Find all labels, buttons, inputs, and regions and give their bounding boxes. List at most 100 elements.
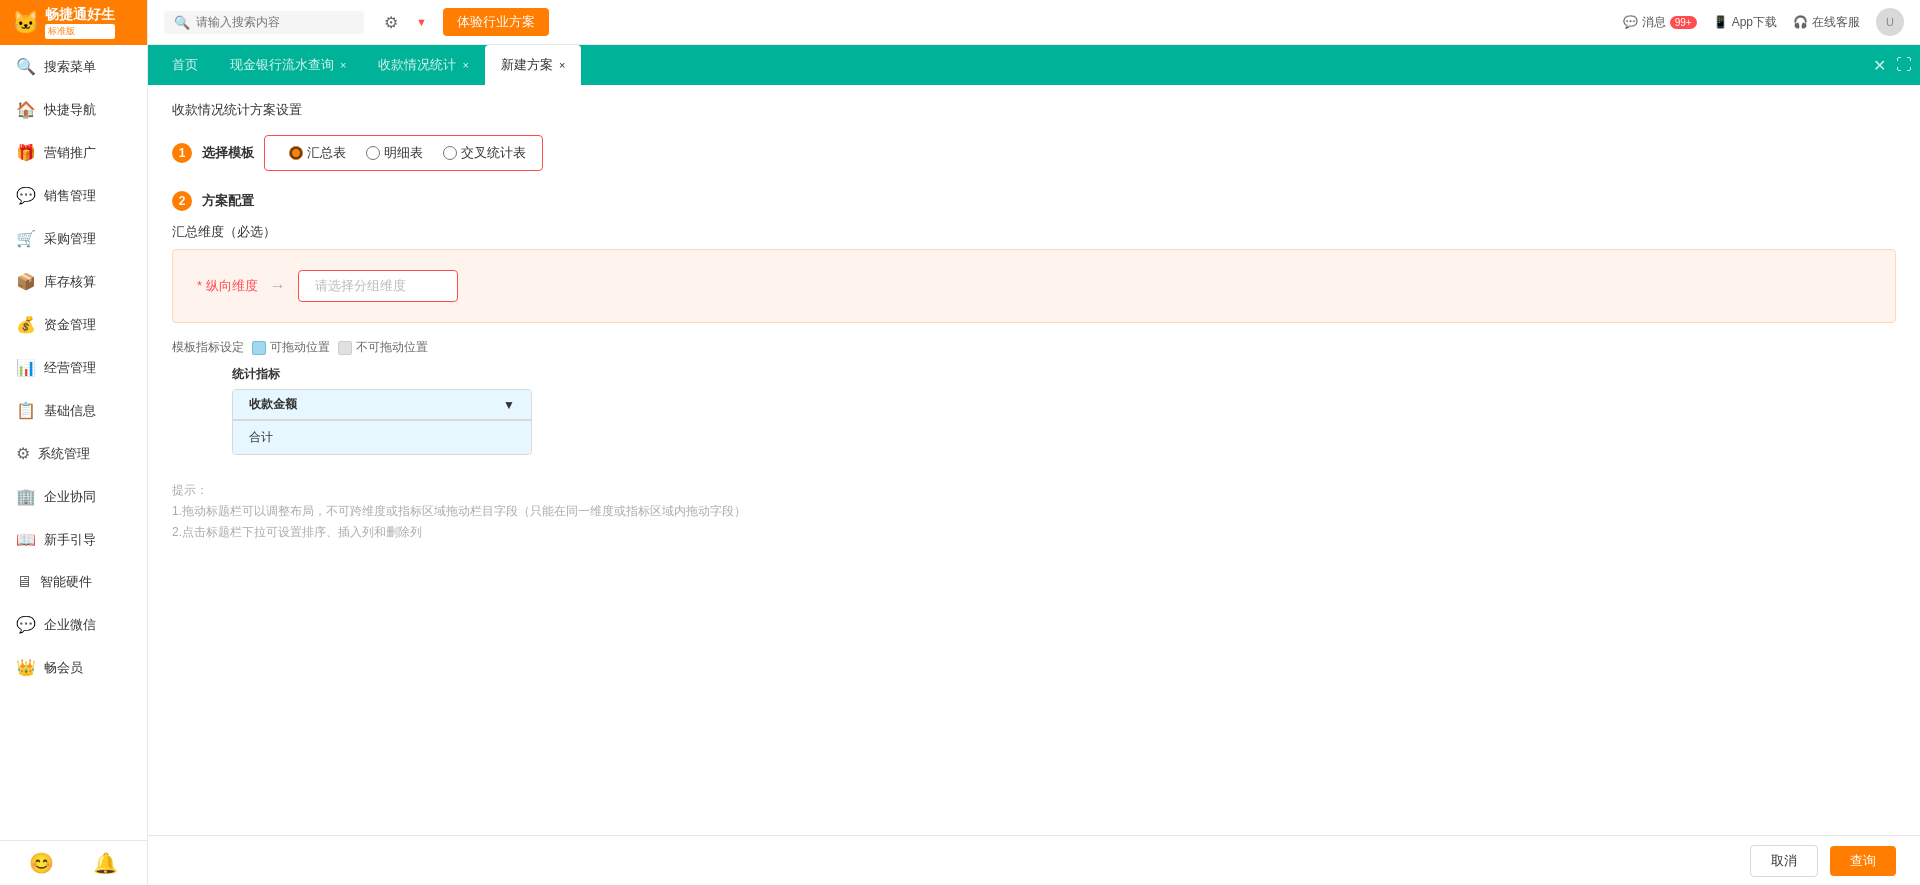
logo-badge: 标准版 [45,24,115,39]
navtab-receipt-stats[interactable]: 收款情况统计× [362,45,484,85]
quick-nav-label: 快捷导航 [44,101,96,119]
radio-summary[interactable]: 汇总表 [289,144,346,162]
draggable-legend-box [252,341,266,355]
wechat-icon: 💬 [16,615,36,634]
sidebar-bottom-icon2[interactable]: 🔔 [93,851,118,875]
fixed-label: 不可拖动位置 [356,339,428,356]
step2-section: 2 方案配置 汇总维度（必选） * 纵向维度 → 请选择分组维度 [172,191,1896,541]
sidebar-item-management[interactable]: 📊 经营管理 [0,346,147,389]
marketing-label: 营销推广 [44,144,96,162]
search-input[interactable] [196,15,346,29]
corp-label: 企业协同 [44,488,96,506]
navtab-label-new-plan: 新建方案 [501,56,553,74]
config-section: 汇总维度（必选） * 纵向维度 → 请选择分组维度 模板指标设定 [172,223,1896,541]
marketing-icon: 🎁 [16,143,36,162]
inventory-label: 库存核算 [44,273,96,291]
sidebar-item-sales[interactable]: 💬 销售管理 [0,174,147,217]
sidebar-item-wechat[interactable]: 💬 企业微信 [0,603,147,646]
trial-dropdown-icon[interactable]: ▼ [416,16,427,28]
sidebar-item-marketing[interactable]: 🎁 营销推广 [0,131,147,174]
radio-label-detail: 明细表 [384,144,423,162]
sales-icon: 💬 [16,186,36,205]
navtab-close-bank-flow[interactable]: × [340,59,346,71]
step2-number: 2 [172,191,192,211]
navtab-new-plan[interactable]: 新建方案 × [485,45,581,85]
query-button[interactable]: 查询 [1830,846,1896,876]
purchase-icon: 🛒 [16,229,36,248]
step1-section: 1 选择模板 汇总表 明细表 交叉统计表 [172,135,1896,171]
draggable-label: 可拖动位置 [270,339,330,356]
avatar-text: U [1886,16,1894,28]
radio-input-detail[interactable] [366,146,380,160]
metrics-table-header: 收款金额 ▼ [233,390,531,420]
basic-info-label: 基础信息 [44,402,96,420]
fixed-legend: 不可拖动位置 [338,339,428,356]
sidebar-bottom-icon1[interactable]: 😊 [29,851,54,875]
metrics-table: 收款金额 ▼ 合计 [232,389,532,455]
navtabs-right: ✕ ⛶ [1873,56,1912,75]
app-download-label: App下载 [1732,14,1777,31]
window-close-icon[interactable]: ✕ [1873,56,1886,75]
sidebar-item-finance[interactable]: 💰 资金管理 [0,303,147,346]
sidebar-item-member[interactable]: 👑 畅会员 [0,646,147,689]
navtab-bank-flow[interactable]: 现金银行流水查询× [214,45,362,85]
message-button[interactable]: 💬 消息 99+ [1623,14,1697,31]
sidebar-item-purchase[interactable]: 🛒 采购管理 [0,217,147,260]
radio-input-summary[interactable] [289,146,303,160]
purchase-label: 采购管理 [44,230,96,248]
window-max-icon[interactable]: ⛶ [1896,56,1912,75]
footer-bar: 取消 查询 [148,835,1920,885]
metrics-label-row: 模板指标设定 可拖动位置 不可拖动位置 [172,339,1896,356]
sidebar-item-basic-info[interactable]: 📋 基础信息 [0,389,147,432]
page-content: 收款情况统计方案设置 1 选择模板 汇总表 明细表 交叉统计表 2 方案配置 [148,85,1920,835]
radio-detail[interactable]: 明细表 [366,144,423,162]
sidebar-item-corp[interactable]: 🏢 企业协同 [0,475,147,518]
app-icon: 📱 [1713,15,1728,29]
sidebar-item-hardware[interactable]: 🖥 智能硬件 [0,561,147,603]
radio-input-cross[interactable] [443,146,457,160]
metrics-table-wrapper: 统计指标 收款金额 ▼ 合计 [232,366,1896,458]
app-download-button[interactable]: 📱 App下载 [1713,14,1777,31]
hardware-label: 智能硬件 [40,573,92,591]
sidebar-item-system[interactable]: ⚙ 系统管理 [0,432,147,475]
system-label: 系统管理 [38,445,90,463]
step1-number: 1 [172,143,192,163]
message-label: 消息 [1642,14,1666,31]
step1-label: 选择模板 [202,144,254,162]
wechat-label: 企业微信 [44,616,96,634]
trial-button[interactable]: 体验行业方案 [443,8,549,36]
sidebar-item-inventory[interactable]: 📦 库存核算 [0,260,147,303]
sidebar: 🐱 畅捷通好生 标准版 🔍 搜索菜单 🏠 快捷导航 🎁 营销推广 💬 销售管理 … [0,0,148,885]
step2-label: 方案配置 [202,192,254,210]
navtab-home[interactable]: 首页 [156,45,214,85]
quick-nav-icon: 🏠 [16,100,36,119]
navtab-label-home: 首页 [172,56,198,74]
system-icon: ⚙ [16,444,30,463]
sidebar-logo: 🐱 畅捷通好生 标准版 [0,0,147,45]
template-radio-group: 汇总表 明细表 交叉统计表 [289,144,526,162]
radio-cross[interactable]: 交叉统计表 [443,144,526,162]
message-badge: 99+ [1670,16,1697,29]
logo-icon: 🐱 [12,10,39,36]
management-label: 经营管理 [44,359,96,377]
navtab-close-receipt-stats[interactable]: × [462,59,468,71]
settings-icon[interactable]: ⚙ [384,13,398,32]
topbar-right: 💬 消息 99+ 📱 App下载 🎧 在线客服 U [1623,8,1904,36]
sidebar-item-guide[interactable]: 📖 新手引导 [0,518,147,561]
user-avatar[interactable]: U [1876,8,1904,36]
metrics-header-title: 收款金额 [249,396,297,413]
metrics-dropdown-icon[interactable]: ▼ [503,398,515,412]
topbar-search-box: 🔍 [164,11,364,34]
cancel-button[interactable]: 取消 [1750,845,1818,877]
page-title: 收款情况统计方案设置 [172,101,1896,119]
service-icon: 🎧 [1793,15,1808,29]
dimension-title: 汇总维度（必选） [172,223,1896,241]
online-service-button[interactable]: 🎧 在线客服 [1793,14,1860,31]
step1-header: 1 选择模板 [172,143,254,163]
sidebar-item-quick-nav[interactable]: 🏠 快捷导航 [0,88,147,131]
sidebar-item-search-menu[interactable]: 🔍 搜索菜单 [0,45,147,88]
dimension-select[interactable]: 请选择分组维度 [298,270,458,302]
navtab-close-new-plan[interactable]: × [559,59,565,71]
template-selection-box: 汇总表 明细表 交叉统计表 [264,135,543,171]
tip2: 2.点击标题栏下拉可设置排序、插入列和删除列 [172,524,1896,541]
